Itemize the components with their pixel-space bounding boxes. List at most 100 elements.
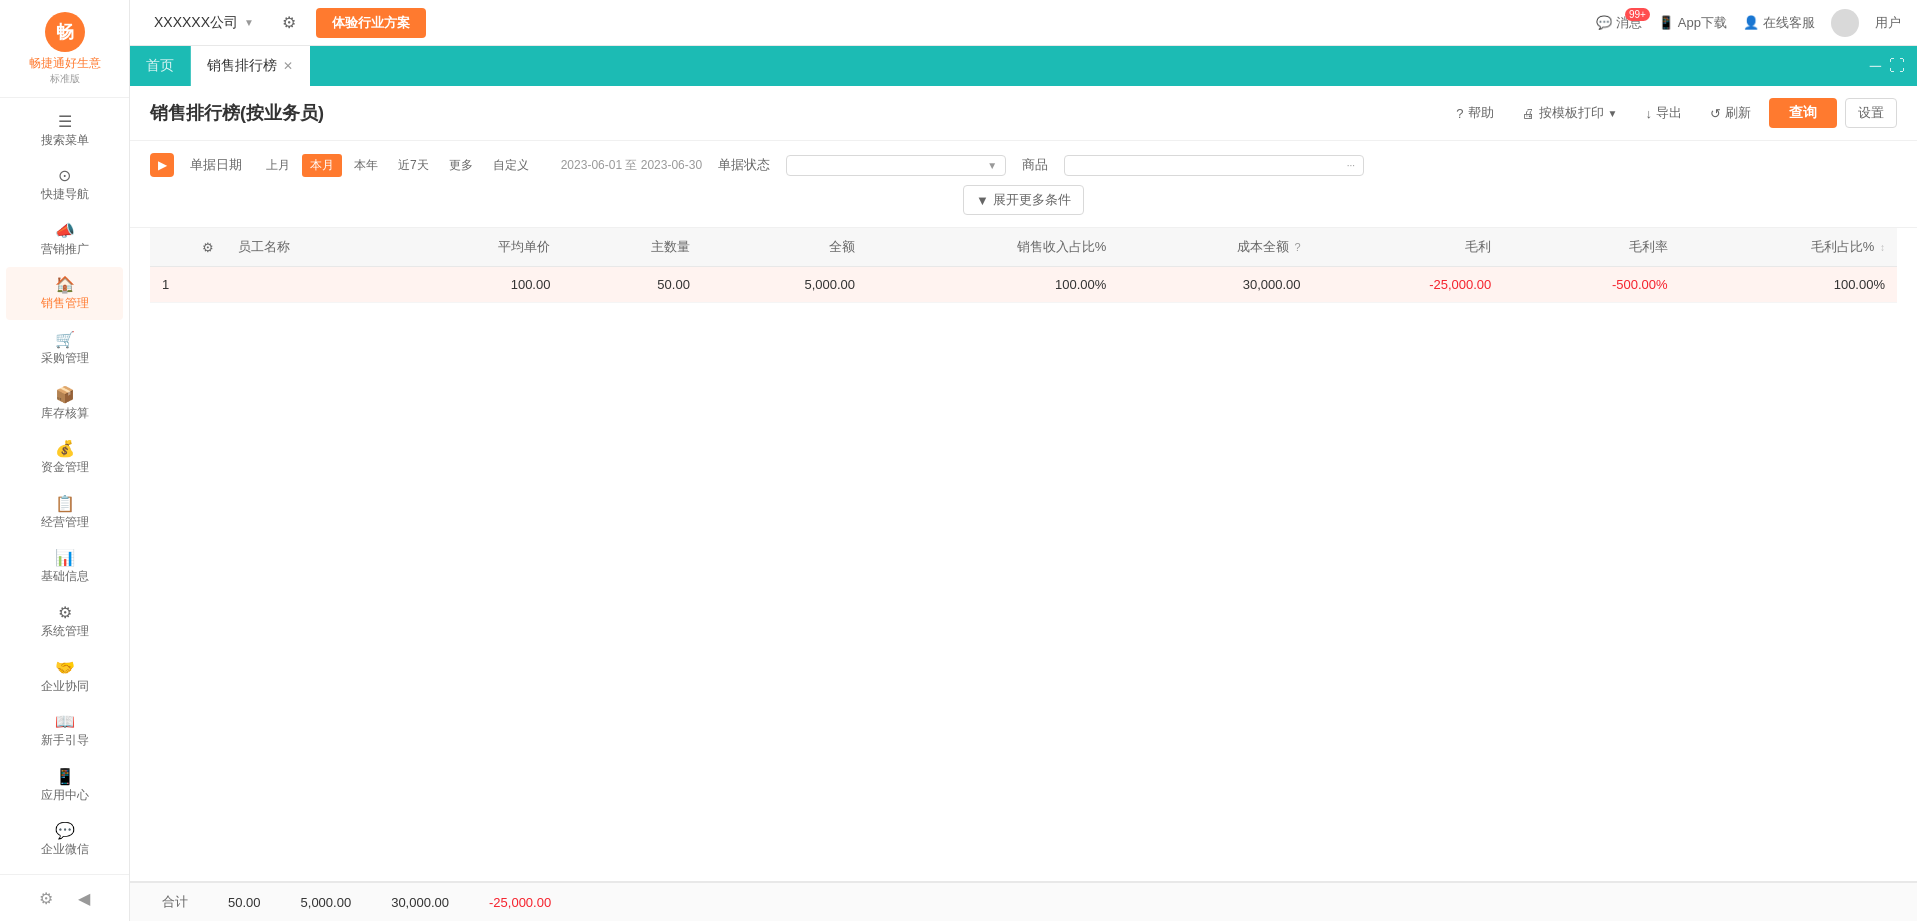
sidebar-bottom: ⚙ ◀ (0, 874, 129, 921)
sidebar-item-corp[interactable]: 🤝 企业协同 (6, 650, 123, 703)
filter-row-2: ▼ 展开更多条件 (150, 177, 1897, 215)
online-service-button[interactable]: 👤 在线客服 (1743, 14, 1815, 32)
shortcut-icon: ⊙ (58, 166, 71, 185)
date-tab-year[interactable]: 本年 (346, 154, 386, 177)
status-label: 单据状态 (718, 156, 770, 174)
date-tab-more[interactable]: 更多 (441, 154, 481, 177)
export-button[interactable]: ↓ 导出 (1636, 99, 1693, 127)
export-icon: ↓ (1646, 106, 1653, 121)
tab-minimize-icon[interactable]: ─ (1870, 57, 1881, 75)
expand-icon: ▼ (976, 193, 989, 208)
sidebar-collapse-button[interactable]: ◀ (69, 883, 99, 913)
sidebar-logo: 畅 畅捷通好生意 标准版 (0, 0, 129, 98)
message-icon: 💬 (1596, 15, 1612, 30)
report-title: 销售排行榜(按业务员) (150, 101, 1446, 125)
app-download-button[interactable]: 📱 App下载 (1658, 14, 1727, 32)
date-label: 单据日期 (190, 156, 242, 174)
sidebar-item-wechat[interactable]: 💬 企业微信 (6, 813, 123, 866)
sidebar-item-basic[interactable]: 📊 基础信息 (6, 540, 123, 593)
date-tab-prev[interactable]: 上月 (258, 154, 298, 177)
try-industry-button[interactable]: 体验行业方案 (316, 8, 426, 38)
sidebar-nav: ☰ 搜索菜单 ⊙ 快捷导航 📣 营销推广 🏠 销售管理 🛒 采购管理 📦 库存核… (0, 98, 129, 874)
page-content: 销售排行榜(按业务员) ? 帮助 🖨 按模板打印 ▼ ↓ 导出 (130, 86, 1917, 921)
tab-close-icon[interactable]: ✕ (283, 59, 293, 73)
top-header: XXXXXX公司 ▼ ⚙ 体验行业方案 💬 消息 99+ 📱 App下载 👤 在… (130, 0, 1917, 46)
report-page: 销售排行榜(按业务员) ? 帮助 🖨 按模板打印 ▼ ↓ 导出 (130, 86, 1917, 921)
help-icon: ? (1456, 106, 1463, 121)
date-tab-custom[interactable]: 自定义 (485, 154, 537, 177)
sidebar-item-sales[interactable]: 🏠 销售管理 (6, 267, 123, 320)
guide-icon: 📖 (55, 712, 75, 731)
message-button[interactable]: 💬 消息 99+ (1596, 14, 1642, 32)
cost-help-icon[interactable]: ? (1294, 241, 1300, 253)
col-qty: 主数量 (562, 228, 701, 267)
table-row: 1 100.00 50.00 5,000.00 100.00% 30,000.0… (150, 267, 1897, 303)
cell-amount: 5,000.00 (702, 267, 867, 303)
query-button[interactable]: 查询 (1769, 98, 1837, 128)
date-tabs: 上月 本月 本年 近7天 更多 自定义 (258, 154, 537, 177)
print-icon: 🖨 (1522, 106, 1535, 121)
filter-arrow-button[interactable]: ▶ (150, 153, 174, 177)
tab-bar: 首页 销售排行榜 ✕ ─ ⛶ (130, 46, 1917, 86)
tab-sales-rank[interactable]: 销售排行榜 ✕ (191, 46, 310, 86)
date-tab-cur[interactable]: 本月 (302, 154, 342, 177)
cell-name (226, 267, 394, 303)
sidebar-item-shortcut[interactable]: ⊙ 快捷导航 (6, 158, 123, 211)
sidebar-item-guide[interactable]: 📖 新手引导 (6, 704, 123, 757)
cell-index: 1 (150, 267, 190, 303)
date-tab-7day[interactable]: 近7天 (390, 154, 437, 177)
settings-button[interactable]: 设置 (1845, 98, 1897, 128)
sidebar-item-purchase[interactable]: 🛒 采购管理 (6, 322, 123, 375)
footer-cost: 30,000.00 (391, 895, 449, 910)
goods-label: 商品 (1022, 156, 1048, 174)
cell-gross: -25,000.00 (1313, 267, 1504, 303)
cell-qty: 50.00 (562, 267, 701, 303)
sidebar-item-app[interactable]: 📱 应用中心 (6, 759, 123, 812)
user-avatar[interactable] (1831, 9, 1859, 37)
header-gear-button[interactable]: ⚙ (274, 8, 304, 38)
logo-icon: 畅 (45, 12, 85, 52)
sidebar-settings-button[interactable]: ⚙ (31, 883, 61, 913)
sidebar-item-finance[interactable]: 💰 资金管理 (6, 431, 123, 484)
operation-icon: 📋 (55, 494, 75, 513)
footer-gross: -25,000.00 (489, 895, 551, 910)
gross-pct-sort-icon[interactable]: ↕ (1880, 242, 1885, 253)
status-selector[interactable]: ▼ (786, 155, 1006, 176)
expand-conditions-button[interactable]: ▼ 展开更多条件 (963, 185, 1084, 215)
col-cost: 成本全额 ? (1118, 228, 1312, 267)
sidebar-item-inventory[interactable]: 📦 库存核算 (6, 377, 123, 430)
help-button[interactable]: ? 帮助 (1446, 99, 1503, 127)
col-gross-pct: 毛利占比% ↕ (1680, 228, 1897, 267)
user-name[interactable]: 用户 (1875, 14, 1901, 32)
status-chevron-icon: ▼ (987, 160, 997, 171)
cell-settings (190, 267, 226, 303)
goods-selector[interactable]: ··· (1064, 155, 1364, 176)
footer-label: 合计 (162, 893, 188, 911)
company-selector[interactable]: XXXXXX公司 ▼ (146, 10, 262, 36)
sidebar-item-marketing[interactable]: 📣 营销推广 (6, 213, 123, 266)
col-gross: 毛利 (1313, 228, 1504, 267)
tab-maximize-icon[interactable]: ⛶ (1889, 57, 1905, 75)
col-index (150, 228, 190, 267)
table-container: ⚙ 员工名称 平均单价 主数量 全额 销售收入占比% 成本全额 ? 毛利 毛利率 (130, 228, 1917, 881)
footer-amount: 5,000.00 (301, 895, 352, 910)
col-avg-price: 平均单价 (394, 228, 562, 267)
cell-cost: 30,000.00 (1118, 267, 1312, 303)
logo-tag: 标准版 (29, 72, 101, 85)
refresh-button[interactable]: ↺ 刷新 (1700, 99, 1761, 127)
col-amount: 全额 (702, 228, 867, 267)
basic-icon: 📊 (55, 548, 75, 567)
logo-text: 畅捷通好生意 标准版 (29, 56, 101, 85)
sidebar-item-operation[interactable]: 📋 经营管理 (6, 486, 123, 539)
cell-gross-rate: -500.00% (1503, 267, 1679, 303)
sidebar-item-search[interactable]: ☰ 搜索菜单 (6, 104, 123, 157)
tab-bar-right: ─ ⛶ (1870, 57, 1917, 75)
col-name: 员工名称 (226, 228, 394, 267)
date-range: 2023-06-01 至 2023-06-30 (561, 157, 702, 174)
col-settings[interactable]: ⚙ (190, 228, 226, 267)
sidebar-item-system[interactable]: ⚙ 系统管理 (6, 595, 123, 648)
report-header: 销售排行榜(按业务员) ? 帮助 🖨 按模板打印 ▼ ↓ 导出 (130, 86, 1917, 141)
cell-avg-price: 100.00 (394, 267, 562, 303)
tab-home[interactable]: 首页 (130, 46, 191, 86)
print-button[interactable]: 🖨 按模板打印 ▼ (1512, 99, 1628, 127)
